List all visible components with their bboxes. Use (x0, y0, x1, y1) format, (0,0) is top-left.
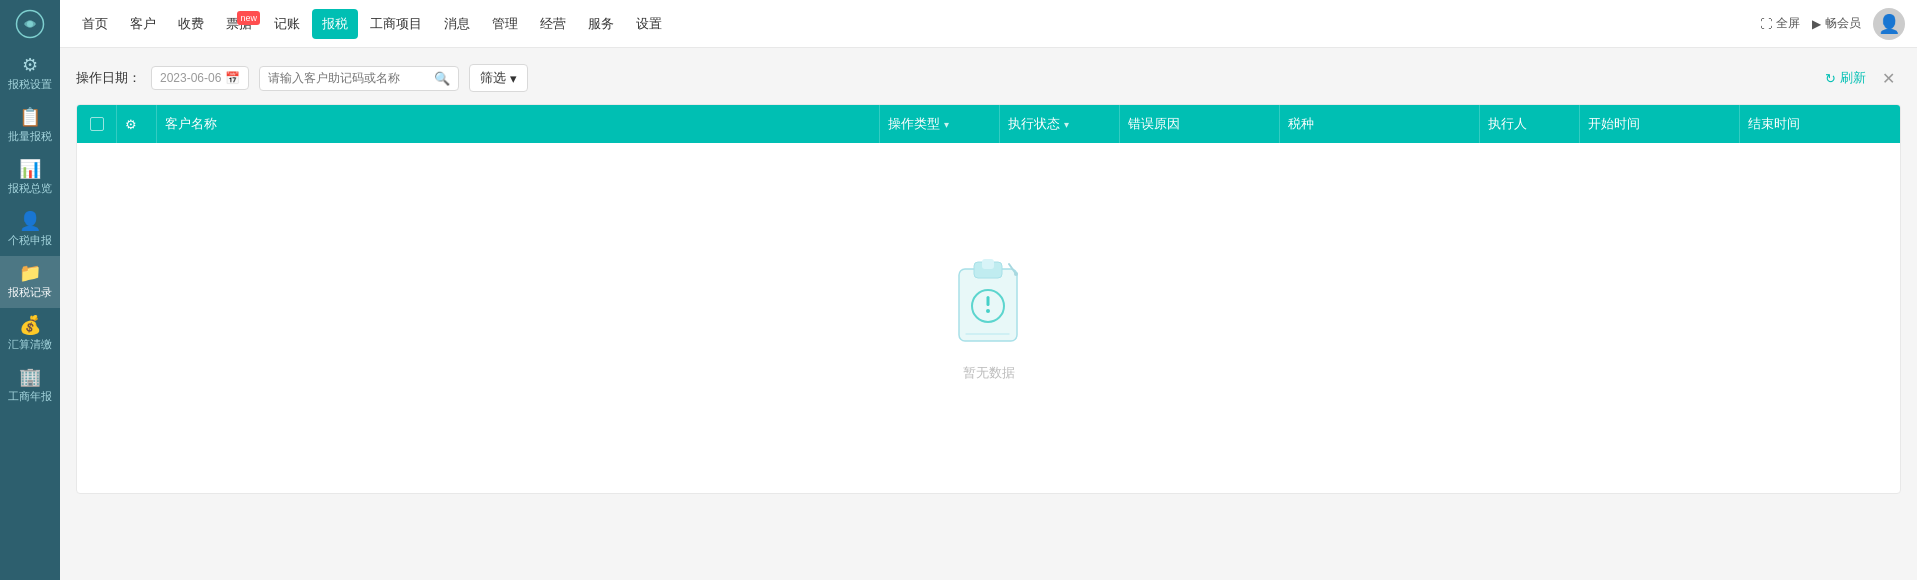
batch-tax-label: 批量报税 (8, 129, 52, 144)
member-button[interactable]: ▶ 畅会员 (1812, 15, 1861, 32)
date-picker[interactable]: 2023-06-06 📅 (151, 66, 249, 90)
th-client-name-label: 客户名称 (165, 115, 217, 133)
settings-icon[interactable]: ⚙ (125, 117, 137, 132)
search-input[interactable] (268, 71, 434, 85)
sidebar-item-personal-tax[interactable]: 👤 个税申报 (0, 204, 60, 256)
filter-button[interactable]: 筛选 ▾ (469, 64, 528, 92)
calendar-icon: 📅 (225, 71, 240, 85)
batch-tax-icon: 📋 (19, 108, 41, 126)
nav-item-services[interactable]: 服务 (578, 9, 624, 39)
refresh-button[interactable]: ↻ 刷新 (1825, 69, 1866, 87)
user-avatar[interactable]: 👤 (1873, 8, 1905, 40)
th-error-reason-label: 错误原因 (1128, 115, 1180, 133)
nav-item-settings[interactable]: 设置 (626, 9, 672, 39)
nav-item-accounting[interactable]: 记账 (264, 9, 310, 39)
tax-settings-icon: ⚙ (22, 56, 38, 74)
th-checkbox (77, 105, 117, 143)
personal-tax-icon: 👤 (19, 212, 41, 230)
th-executor: 执行人 (1480, 105, 1580, 143)
operation-type-filter-icon[interactable]: ▾ (944, 119, 949, 130)
nav-item-business[interactable]: 工商项目 (360, 9, 432, 39)
th-tax-type: 税种 (1280, 105, 1480, 143)
invoices-badge: new (237, 11, 260, 25)
member-label: 畅会员 (1825, 15, 1861, 32)
tax-settings-label: 报税设置 (8, 77, 52, 92)
table-body: 暂无数据 (77, 143, 1900, 493)
main-area: 首页客户收费票据new记账报税工商项目消息管理经营服务设置 ⛶ 全屏 ▶ 畅会员… (60, 0, 1917, 580)
search-icon[interactable]: 🔍 (434, 71, 450, 86)
sidebar-item-tax-settings[interactable]: ⚙ 报税设置 (0, 48, 60, 100)
th-exec-status: 执行状态 ▾ (1000, 105, 1120, 143)
exec-status-filter-icon[interactable]: ▾ (1064, 119, 1069, 130)
annual-report-icon: 🏢 (19, 368, 41, 386)
nav-item-management[interactable]: 管理 (482, 9, 528, 39)
th-operation-type-label: 操作类型 (888, 115, 940, 133)
nav-item-operations[interactable]: 经营 (530, 9, 576, 39)
sidebar-item-settlement[interactable]: 💰 汇算清缴 (0, 308, 60, 360)
nav-item-messages[interactable]: 消息 (434, 9, 480, 39)
page-content: 操作日期： 2023-06-06 📅 🔍 筛选 ▾ ↻ 刷新 (60, 48, 1917, 580)
user-icon: 👤 (1878, 13, 1900, 35)
filter-bar: 操作日期： 2023-06-06 📅 🔍 筛选 ▾ ↻ 刷新 (76, 64, 1901, 92)
video-icon: ▶ (1812, 17, 1821, 31)
sidebar-item-tax-overview[interactable]: 📊 报税总览 (0, 152, 60, 204)
th-executor-label: 执行人 (1488, 115, 1527, 133)
data-table: ⚙ 客户名称 操作类型 ▾ 执行状态 ▾ 错误原因 (76, 104, 1901, 494)
date-value: 2023-06-06 (160, 71, 221, 85)
nav-item-tax[interactable]: 报税 (312, 9, 358, 39)
tax-overview-icon: 📊 (19, 160, 41, 178)
topnav-right: ⛶ 全屏 ▶ 畅会员 👤 (1760, 8, 1905, 40)
nav-item-invoices[interactable]: 票据new (216, 9, 262, 39)
fullscreen-icon: ⛶ (1760, 17, 1772, 31)
th-client-name: 客户名称 (157, 105, 880, 143)
empty-text: 暂无数据 (963, 364, 1015, 382)
table-header: ⚙ 客户名称 操作类型 ▾ 执行状态 ▾ 错误原因 (77, 105, 1900, 143)
fullscreen-button[interactable]: ⛶ 全屏 (1760, 15, 1800, 32)
nav-item-home[interactable]: 首页 (72, 9, 118, 39)
close-button[interactable]: ✕ (1876, 67, 1901, 90)
filter-label-text: 筛选 (480, 69, 506, 87)
th-tax-type-label: 税种 (1288, 115, 1314, 133)
svg-point-1 (27, 21, 33, 27)
select-all-checkbox[interactable] (90, 117, 104, 131)
svg-rect-4 (982, 259, 994, 269)
fullscreen-label: 全屏 (1776, 15, 1800, 32)
content-area: 操作日期： 2023-06-06 📅 🔍 筛选 ▾ ↻ 刷新 (60, 48, 1917, 580)
sidebar-item-annual-report[interactable]: 🏢 工商年报 (0, 360, 60, 412)
svg-point-9 (1014, 272, 1018, 276)
date-label: 操作日期： (76, 69, 141, 87)
th-operation-type: 操作类型 ▾ (880, 105, 1000, 143)
th-end-time: 结束时间 (1740, 105, 1900, 143)
th-start-time: 开始时间 (1580, 105, 1740, 143)
refresh-label: 刷新 (1840, 69, 1866, 87)
tax-overview-label: 报税总览 (8, 181, 52, 196)
sidebar: ⚙ 报税设置 📋 批量报税 📊 报税总览 👤 个税申报 📁 报税记录 💰 汇算清… (0, 0, 60, 580)
th-exec-status-label: 执行状态 (1008, 115, 1060, 133)
nav-item-billing[interactable]: 收费 (168, 9, 214, 39)
sidebar-logo (0, 0, 60, 48)
refresh-icon: ↻ (1825, 71, 1836, 86)
nav-item-customers[interactable]: 客户 (120, 9, 166, 39)
svg-rect-6 (986, 296, 989, 306)
personal-tax-label: 个税申报 (8, 233, 52, 248)
topnav: 首页客户收费票据new记账报税工商项目消息管理经营服务设置 ⛶ 全屏 ▶ 畅会员… (60, 0, 1917, 48)
annual-report-label: 工商年报 (8, 389, 52, 404)
settlement-icon: 💰 (19, 316, 41, 334)
tax-records-icon: 📁 (19, 264, 41, 282)
sidebar-item-tax-records[interactable]: 📁 报税记录 (0, 256, 60, 308)
tax-records-label: 报税记录 (8, 285, 52, 300)
empty-illustration (944, 254, 1034, 354)
topnav-items: 首页客户收费票据new记账报税工商项目消息管理经营服务设置 (72, 9, 1760, 39)
th-end-time-label: 结束时间 (1748, 115, 1800, 133)
th-start-time-label: 开始时间 (1588, 115, 1640, 133)
empty-state: 暂无数据 (944, 214, 1034, 422)
search-box[interactable]: 🔍 (259, 66, 459, 91)
th-settings: ⚙ (117, 105, 157, 143)
settlement-label: 汇算清缴 (8, 337, 52, 352)
sidebar-item-batch-tax[interactable]: 📋 批量报税 (0, 100, 60, 152)
chevron-down-icon: ▾ (510, 71, 517, 86)
svg-point-7 (986, 309, 990, 313)
th-error-reason: 错误原因 (1120, 105, 1280, 143)
